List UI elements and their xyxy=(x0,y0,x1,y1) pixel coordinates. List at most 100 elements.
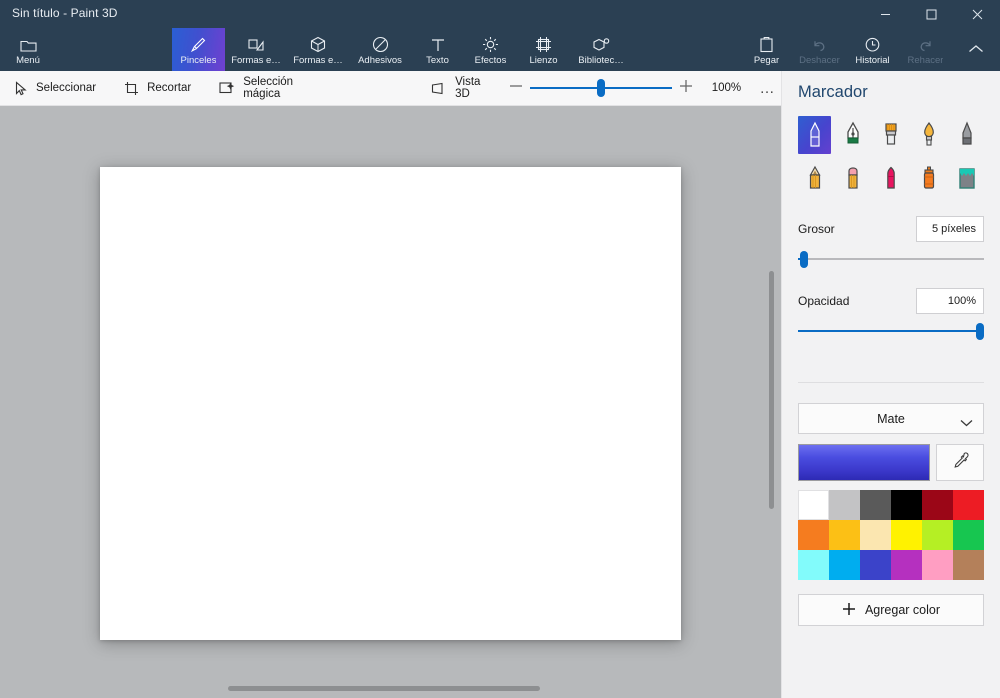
zoom-level-label: 100% xyxy=(711,82,742,94)
color-swatch[interactable] xyxy=(798,490,829,520)
menu-button[interactable]: Menú xyxy=(0,28,56,71)
tab-adhesivos[interactable]: Adhesivos xyxy=(349,28,411,71)
color-swatch[interactable] xyxy=(829,520,860,550)
cursor-arrow-icon xyxy=(14,80,28,96)
brush-fill-bucket[interactable] xyxy=(951,160,984,198)
sub-toolbar: Seleccionar Recortar Selección mágica Vi… xyxy=(0,71,781,106)
color-swatch[interactable] xyxy=(922,490,953,520)
effects-icon xyxy=(482,35,499,53)
color-swatch[interactable] xyxy=(860,520,891,550)
brush-eraser[interactable] xyxy=(836,160,869,198)
current-color-swatch[interactable] xyxy=(798,444,930,481)
tool-options-panel: Marcador Grosor 5 píxeles Opacidad 100% … xyxy=(781,71,1000,698)
calligraphy-pen-icon xyxy=(847,121,859,144)
color-palette xyxy=(798,490,984,580)
select-tool-button[interactable]: Seleccionar xyxy=(0,71,110,106)
brush-pencil[interactable] xyxy=(798,160,831,198)
zoom-out-button[interactable] xyxy=(502,73,530,103)
tab-texto[interactable]: Texto xyxy=(411,28,464,71)
magic-select-label: Selección mágica xyxy=(243,76,294,100)
paint3d-window: Sin título - Paint 3D Menú Pinceles Form… xyxy=(0,0,1000,698)
tab-formas-3d[interactable]: Formas e… xyxy=(287,28,349,71)
add-color-label: Agregar color xyxy=(864,603,941,617)
color-swatch[interactable] xyxy=(922,550,953,580)
text-icon xyxy=(430,35,446,53)
brush-calligraphy-pen[interactable] xyxy=(836,116,869,154)
close-button[interactable] xyxy=(954,0,1000,28)
color-swatch[interactable] xyxy=(891,520,922,550)
tab-label: Texto xyxy=(426,55,449,66)
opacity-slider[interactable] xyxy=(798,320,984,342)
tab-label: Formas e… xyxy=(293,55,343,66)
view-3d-label: Vista 3D xyxy=(455,76,481,100)
thickness-slider-thumb[interactable] xyxy=(799,251,808,268)
tab-formas-2d[interactable]: Formas e… xyxy=(225,28,287,71)
tab-lienzo[interactable]: Lienzo xyxy=(517,28,570,71)
paste-button[interactable]: Pegar xyxy=(740,28,793,71)
add-color-button[interactable]: Agregar color xyxy=(798,594,984,626)
color-swatch[interactable] xyxy=(860,490,891,520)
redo-icon xyxy=(917,35,934,53)
zoom-in-button[interactable] xyxy=(672,73,700,103)
thickness-slider[interactable] xyxy=(798,248,984,270)
opacity-slider-thumb[interactable] xyxy=(976,323,984,340)
crop-tool-button[interactable]: Recortar xyxy=(110,71,205,106)
color-swatch[interactable] xyxy=(798,520,829,550)
opacity-value[interactable]: 100% xyxy=(916,288,984,314)
brush-oil[interactable] xyxy=(874,116,907,154)
color-swatch[interactable] xyxy=(798,550,829,580)
panel-title: Marcador xyxy=(798,83,868,101)
shapes-2d-icon xyxy=(247,35,265,53)
history-button[interactable]: Historial xyxy=(846,28,899,71)
magic-select-button[interactable]: Selección mágica xyxy=(205,71,307,106)
thickness-value[interactable]: 5 píxeles xyxy=(916,216,984,242)
brush-watercolor[interactable] xyxy=(913,116,946,154)
color-swatch[interactable] xyxy=(953,490,984,520)
brush-marker[interactable] xyxy=(798,116,832,154)
brush-crayon[interactable] xyxy=(874,160,907,198)
eyedropper-button[interactable] xyxy=(936,444,984,481)
brush-pixel-pen[interactable] xyxy=(951,116,984,154)
maximize-button[interactable] xyxy=(908,0,954,28)
color-swatch[interactable] xyxy=(860,550,891,580)
color-swatch[interactable] xyxy=(829,550,860,580)
color-swatch[interactable] xyxy=(953,550,984,580)
material-select[interactable]: Mate xyxy=(798,403,984,434)
panel-divider xyxy=(798,382,984,383)
opacity-label: Opacidad xyxy=(798,294,850,308)
canvas-work-area[interactable] xyxy=(0,106,781,698)
color-row xyxy=(798,444,984,481)
tab-label: Bibliotec… xyxy=(578,55,624,66)
crop-tool-label: Recortar xyxy=(147,82,192,94)
color-swatch[interactable] xyxy=(891,490,922,520)
redo-button[interactable]: Rehacer xyxy=(899,28,952,71)
horizontal-scrollbar[interactable] xyxy=(228,686,540,691)
brush-spray-can[interactable] xyxy=(913,160,946,198)
color-swatch[interactable] xyxy=(891,550,922,580)
view-3d-button[interactable]: Vista 3D xyxy=(417,71,494,106)
color-swatch[interactable] xyxy=(953,520,984,550)
drawing-canvas[interactable] xyxy=(100,167,681,640)
tab-label: Lienzo xyxy=(529,55,558,66)
folder-icon xyxy=(19,35,37,53)
ribbon-tabs: Pinceles Formas e… Formas e… Adhesivos T… xyxy=(172,28,632,71)
undo-button[interactable]: Deshacer xyxy=(793,28,846,71)
watercolor-brush-icon xyxy=(924,122,935,146)
color-swatch[interactable] xyxy=(829,490,860,520)
action-label: Deshacer xyxy=(799,55,840,66)
tab-biblioteca-3d[interactable]: Bibliotec… xyxy=(570,28,632,71)
collapse-ribbon-button[interactable] xyxy=(952,28,1000,71)
material-select-value: Mate xyxy=(877,411,905,426)
tab-efectos[interactable]: Efectos xyxy=(464,28,517,71)
magic-select-icon xyxy=(219,81,235,95)
tab-pinceles[interactable]: Pinceles xyxy=(172,28,225,71)
vertical-scrollbar[interactable] xyxy=(769,271,774,509)
undo-icon xyxy=(811,35,828,53)
color-swatch[interactable] xyxy=(922,520,953,550)
zoom-slider[interactable] xyxy=(530,73,673,103)
minimize-button[interactable] xyxy=(862,0,908,28)
zoom-slider-thumb[interactable] xyxy=(597,79,606,97)
more-options-button[interactable]: … xyxy=(752,73,782,103)
thickness-row: Grosor 5 píxeles xyxy=(798,216,984,242)
crayon-icon xyxy=(887,166,895,189)
